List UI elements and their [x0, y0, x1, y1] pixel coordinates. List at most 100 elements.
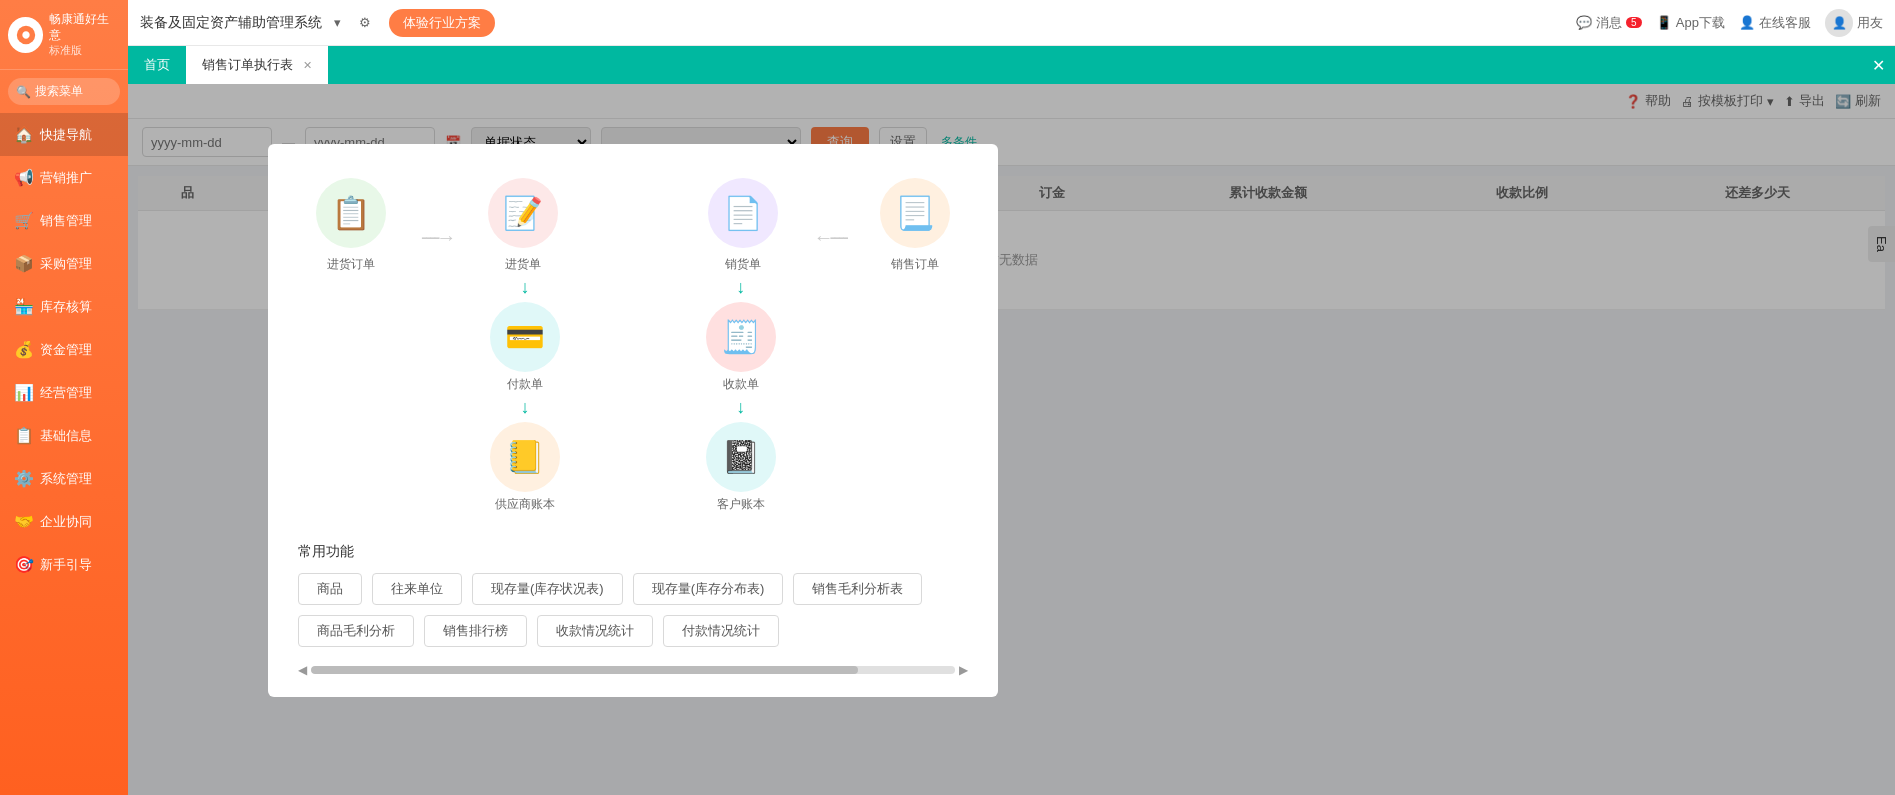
topbar-right: 💬 消息 5 📱 App下载 👤 在线客服 👤 用友 [1576, 9, 1883, 37]
down-arrow-receipt: ↓ [736, 277, 745, 298]
func-btn-5[interactable]: 商品毛利分析 [298, 615, 414, 647]
message-button[interactable]: 💬 消息 5 [1576, 14, 1642, 32]
sales-bill-node[interactable]: 📄 [708, 178, 778, 248]
sidebar-item-newbie[interactable]: 🎯 新手引导 [0, 543, 128, 586]
nav-tabs: 首页 销售订单执行表 ✕ ✕ [128, 46, 1895, 84]
inventory-icon: 🏪 [14, 297, 34, 316]
sidebar-item-operations[interactable]: 📊 经营管理 [0, 371, 128, 414]
sales-bill-icon: 📄 [723, 194, 763, 232]
sidebar-item-inventory[interactable]: 🏪 库存核算 [0, 285, 128, 328]
download-icon: 📱 [1656, 15, 1672, 30]
purchase-order-node[interactable]: 📋 [316, 178, 386, 248]
sidebar-item-enterprise[interactable]: 🤝 企业协同 [0, 500, 128, 543]
flow-diagram-section: 📋 进货订单 - - - -→ 📝 [298, 168, 968, 533]
scrollbar-track [311, 666, 955, 674]
modal-scrollbar-area: ◀ ▶ [298, 663, 968, 677]
enterprise-icon: 🤝 [14, 512, 34, 531]
tab-close-icon[interactable]: ✕ [303, 59, 312, 72]
common-functions-title: 常用功能 [298, 543, 968, 561]
main-area: 装备及固定资产辅助管理系统 ▾ ⚙ 体验行业方案 💬 消息 5 📱 App下载 … [128, 0, 1895, 795]
payment-bill-icon: 💳 [505, 318, 545, 356]
supplier-ledger-label: 供应商账本 [495, 496, 555, 513]
newbie-icon: 🎯 [14, 555, 34, 574]
arrow-sales-order-to-bill: ←- - - - [814, 226, 845, 273]
purchase-bill-icon: 📝 [503, 194, 543, 232]
sidebar-nav: 🏠 快捷导航 📢 营销推广 🛒 销售管理 📦 采购管理 🏪 库存核算 💰 [0, 113, 128, 795]
online-service-button[interactable]: 👤 在线客服 [1739, 14, 1811, 32]
scroll-left-btn[interactable]: ◀ [298, 663, 307, 677]
customer-ledger-node[interactable]: 📓 [706, 422, 776, 492]
sidebar-item-basic-info[interactable]: 📋 基础信息 [0, 414, 128, 457]
dashed-arrow-icon: - - - -→ [421, 226, 452, 249]
func-btn-6[interactable]: 销售排行榜 [424, 615, 527, 647]
down-arrow-supplier: ↓ [521, 397, 530, 418]
modal-scrollbar[interactable]: ◀ ▶ [298, 663, 968, 677]
user-menu[interactable]: 👤 用友 [1825, 9, 1883, 37]
logo-icon [8, 17, 43, 53]
down-arrow-payment: ↓ [521, 277, 530, 298]
func-btn-8[interactable]: 付款情况统计 [663, 615, 779, 647]
receipt-bill-node[interactable]: 🧾 [706, 302, 776, 372]
sidebar-item-marketing[interactable]: 📢 营销推广 [0, 156, 128, 199]
receipt-bill-label: 收款单 [723, 376, 759, 393]
message-badge: 5 [1626, 17, 1642, 28]
func-btn-3[interactable]: 现存量(库存分布表) [633, 573, 784, 605]
message-icon: 💬 [1576, 15, 1592, 30]
sales-order-flow-node[interactable]: 📃 [880, 178, 950, 248]
func-btn-2[interactable]: 现存量(库存状况表) [472, 573, 623, 605]
tab-sales-order[interactable]: 销售订单执行表 ✕ [186, 46, 328, 84]
scrollbar-thumb [311, 666, 858, 674]
payment-bill-label: 付款单 [507, 376, 543, 393]
basic-info-icon: 📋 [14, 426, 34, 445]
settings-button[interactable]: ⚙ [351, 9, 379, 37]
app-download-button[interactable]: 📱 App下载 [1656, 14, 1725, 32]
supplier-ledger-icon: 📒 [505, 438, 545, 476]
sidebar-item-purchase[interactable]: 📦 采购管理 [0, 242, 128, 285]
arrow-purchase-order-to-bill: - - - -→ [421, 226, 452, 273]
trial-button[interactable]: 体验行业方案 [389, 9, 495, 37]
quick-nav-icon: 🏠 [14, 125, 34, 144]
function-buttons-grid: 商品往来单位现存量(库存状况表) 现存量(库存分布表) 销售毛利分析表商品毛利分析销… [298, 573, 968, 647]
sidebar-item-system[interactable]: ⚙️ 系统管理 [0, 457, 128, 500]
modal-overlay: 📋 进货订单 - - - -→ 📝 [128, 84, 1895, 795]
purchase-bill-label: 进货单 [505, 256, 541, 273]
sidebar-item-sales[interactable]: 🛒 销售管理 [0, 199, 128, 242]
purchase-bill-node[interactable]: 📝 [488, 178, 558, 248]
sidebar-logo: 畅康通好生意 标准版 [0, 0, 128, 70]
receipt-bill-icon: 🧾 [721, 318, 761, 356]
payment-bill-node[interactable]: 💳 [490, 302, 560, 372]
system-dropdown-icon[interactable]: ▾ [334, 15, 341, 30]
system-name: 装备及固定资产辅助管理系统 [140, 14, 322, 32]
sales-icon: 🛒 [14, 211, 34, 230]
sidebar-search[interactable]: 🔍 搜索菜单 [0, 70, 128, 113]
supplier-ledger-node[interactable]: 📒 [490, 422, 560, 492]
customer-ledger-icon: 📓 [721, 438, 761, 476]
dashed-arrow-left-icon: ←- - - - [814, 226, 845, 249]
flow-modal: 📋 进货订单 - - - -→ 📝 [268, 144, 998, 697]
func-btn-4[interactable]: 销售毛利分析表 [793, 573, 922, 605]
sales-order-flow-label: 销售订单 [891, 256, 939, 273]
tabs-close-all-button[interactable]: ✕ [1872, 56, 1885, 75]
content-area: ❓ 帮助 🖨 按模板打印 ▾ ⬆ 导出 🔄 刷新 [128, 84, 1895, 795]
sales-bill-label: 销货单 [725, 256, 761, 273]
operations-icon: 📊 [14, 383, 34, 402]
func-btn-7[interactable]: 收款情况统计 [537, 615, 653, 647]
search-icon: 🔍 [16, 85, 31, 99]
purchase-order-label: 进货订单 [327, 256, 375, 273]
func-btn-1[interactable]: 往来单位 [372, 573, 462, 605]
finance-icon: 💰 [14, 340, 34, 359]
sidebar-item-quick-nav[interactable]: 🏠 快捷导航 [0, 113, 128, 156]
tab-home[interactable]: 首页 [128, 46, 186, 84]
purchase-order-icon: 📋 [331, 194, 371, 232]
user-avatar: 👤 [1825, 9, 1853, 37]
func-btn-0[interactable]: 商品 [298, 573, 362, 605]
down-arrow-customer: ↓ [736, 397, 745, 418]
customer-ledger-label: 客户账本 [717, 496, 765, 513]
logo-text: 畅康通好生意 标准版 [49, 12, 120, 57]
scroll-right-btn[interactable]: ▶ [959, 663, 968, 677]
search-menu-button[interactable]: 🔍 搜索菜单 [8, 78, 120, 105]
sales-order-icon: 📃 [895, 194, 935, 232]
common-functions-section: 常用功能 商品往来单位现存量(库存状况表)现存量(库存分布表)销售毛利分析表商品… [298, 543, 968, 647]
service-icon: 👤 [1739, 15, 1755, 30]
sidebar-item-finance[interactable]: 💰 资金管理 [0, 328, 128, 371]
